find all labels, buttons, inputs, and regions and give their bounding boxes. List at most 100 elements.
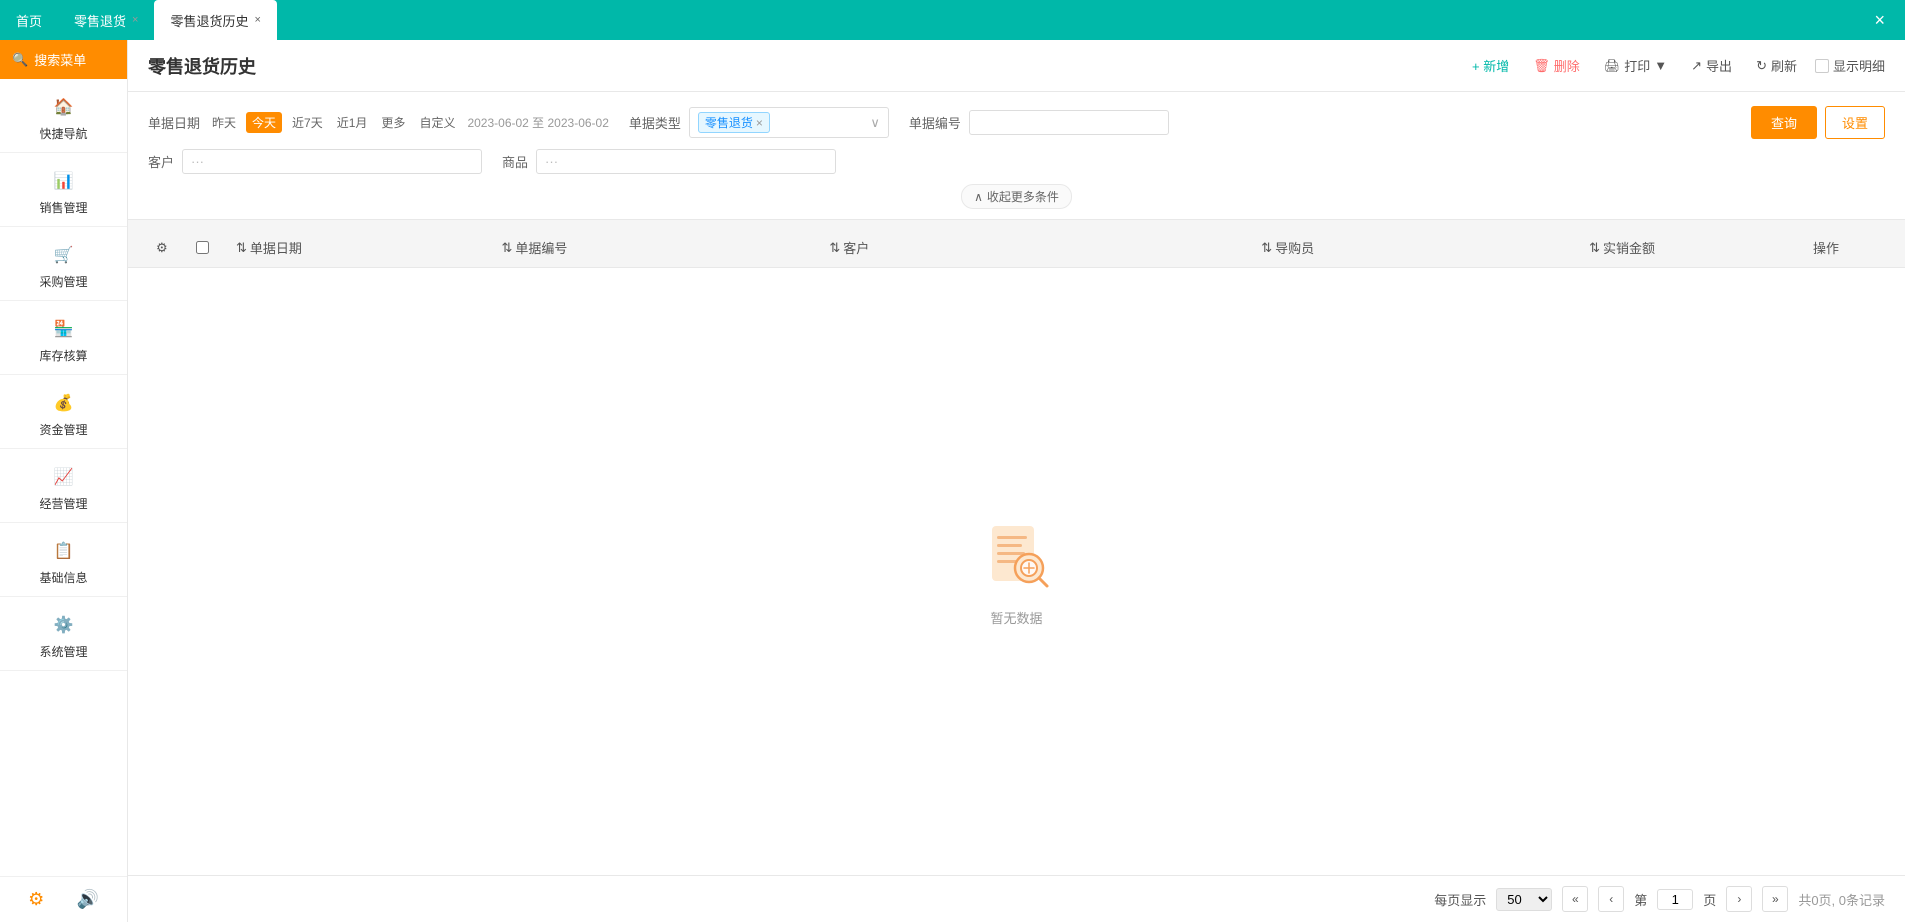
col-amount[interactable]: ⇅ 实销金额 bbox=[1581, 238, 1805, 257]
new-button[interactable]: + 新增 bbox=[1466, 52, 1515, 79]
bill-type-tag-text: 零售退货 bbox=[705, 114, 753, 131]
refresh-button[interactable]: ↻ 刷新 bbox=[1750, 52, 1803, 79]
pagination-bar: 每页显示 10 20 50 100 « ‹ 第 页 › » 共0页, 0条记录 bbox=[128, 875, 1905, 922]
search-icon: 🔍 bbox=[12, 52, 28, 68]
help-icon[interactable]: 🔊 bbox=[76, 889, 98, 910]
delete-button-label: 删除 bbox=[1554, 56, 1580, 75]
sidebar-item-system[interactable]: ⚙️ 系统管理 bbox=[0, 597, 127, 671]
sidebar-item-basic-info[interactable]: 📋 基础信息 bbox=[0, 523, 127, 597]
product-filter-group: 商品 ··· bbox=[502, 149, 836, 174]
content-area: 零售退货历史 + 新增 🗑 删除 🖨 打印 ▼ ↗ 导出 bbox=[128, 40, 1905, 922]
sidebar: 🔍 搜索菜单 🏠 快捷导航 📊 销售管理 🛒 采购管理 🏪 库存核算 💰 bbox=[0, 40, 128, 922]
page-input[interactable] bbox=[1657, 889, 1693, 910]
product-filter-label: 商品 bbox=[502, 152, 528, 171]
sidebar-item-basic-info-label: 基础信息 bbox=[39, 569, 87, 586]
bill-type-label: 单据类型 bbox=[629, 113, 681, 132]
select-all-checkbox[interactable] bbox=[196, 241, 209, 254]
col-no-sort-icon: ⇅ bbox=[502, 240, 513, 256]
show-detail-label: 显示明细 bbox=[1833, 56, 1885, 75]
shortcut-yesterday[interactable]: 昨天 bbox=[208, 112, 240, 133]
print-button-label: 打印 bbox=[1624, 56, 1650, 75]
page-label: 第 bbox=[1634, 890, 1647, 909]
col-customer[interactable]: ⇅ 客户 bbox=[821, 238, 1253, 257]
last-page-button[interactable]: » bbox=[1762, 886, 1788, 912]
collapse-button[interactable]: ∧ 收起更多条件 bbox=[961, 184, 1072, 209]
date-filter-group: 单据日期 昨天 今天 近7天 近1月 更多 自定义 2023-06-02 至 2… bbox=[148, 112, 609, 133]
col-amount-sort-icon: ⇅ bbox=[1589, 240, 1600, 256]
col-customer-sort-icon: ⇅ bbox=[829, 240, 840, 256]
export-button[interactable]: ↗ 导出 bbox=[1685, 52, 1738, 79]
sidebar-item-inventory[interactable]: 🏪 库存核算 bbox=[0, 301, 127, 375]
filter-row-1: 单据日期 昨天 今天 近7天 近1月 更多 自定义 2023-06-02 至 2… bbox=[148, 106, 1885, 139]
top-bar-right: × bbox=[1866, 10, 1905, 31]
sidebar-bottom: ⚙ 🔊 bbox=[0, 876, 127, 922]
col-ops: 操作 bbox=[1805, 238, 1885, 257]
col-customer-label: 客户 bbox=[843, 238, 869, 257]
per-page-label: 每页显示 bbox=[1434, 890, 1486, 909]
tab-bar: 首页 零售退货 × 零售退货历史 × bbox=[0, 0, 1866, 40]
refresh-icon: ↻ bbox=[1756, 58, 1767, 74]
page-label2: 页 bbox=[1703, 890, 1716, 909]
col-date-sort-icon: ⇅ bbox=[236, 240, 247, 256]
bill-no-input[interactable] bbox=[969, 110, 1169, 135]
col-settings[interactable]: ⚙ bbox=[148, 240, 188, 256]
empty-icon bbox=[977, 516, 1057, 596]
main-layout: 🔍 搜索菜单 🏠 快捷导航 📊 销售管理 🛒 采购管理 🏪 库存核算 💰 bbox=[0, 40, 1905, 922]
inventory-icon: 🏪 bbox=[50, 315, 78, 343]
sidebar-item-sales[interactable]: 📊 销售管理 bbox=[0, 153, 127, 227]
col-check[interactable] bbox=[188, 241, 228, 254]
window-close-button[interactable]: × bbox=[1866, 10, 1893, 31]
bill-type-tag-remove[interactable]: × bbox=[756, 116, 763, 130]
table-header: ⚙ ⇅ 单据日期 ⇅ 单据编号 ⇅ 客户 ⇅ bbox=[128, 228, 1905, 268]
export-button-label: 导出 bbox=[1706, 56, 1732, 75]
purchase-icon: 🛒 bbox=[50, 241, 78, 269]
show-detail-wrap: 显示明细 bbox=[1815, 56, 1885, 75]
bill-no-label: 单据编号 bbox=[909, 113, 961, 132]
customer-input[interactable]: ··· bbox=[182, 149, 482, 174]
product-input[interactable]: ··· bbox=[536, 149, 836, 174]
sidebar-item-purchase[interactable]: 🛒 采购管理 bbox=[0, 227, 127, 301]
col-guide[interactable]: ⇅ 导购员 bbox=[1253, 238, 1581, 257]
basic-info-icon: 📋 bbox=[50, 537, 78, 565]
sidebar-item-operations[interactable]: 📈 经营管理 bbox=[0, 449, 127, 523]
bill-no-filter-group: 单据编号 bbox=[909, 110, 1169, 135]
table-area: ⚙ ⇅ 单据日期 ⇅ 单据编号 ⇅ 客户 ⇅ bbox=[128, 228, 1905, 922]
delete-button[interactable]: 🗑 删除 bbox=[1527, 52, 1586, 79]
shortcut-custom[interactable]: 自定义 bbox=[415, 112, 459, 133]
page-actions: + 新增 🗑 删除 🖨 打印 ▼ ↗ 导出 ↻ 刷新 bbox=[1466, 52, 1885, 79]
sidebar-item-system-label: 系统管理 bbox=[39, 643, 87, 660]
shortcut-last1m[interactable]: 近1月 bbox=[333, 112, 372, 133]
refresh-button-label: 刷新 bbox=[1771, 56, 1797, 75]
sidebar-search[interactable]: 🔍 搜索菜单 bbox=[0, 40, 127, 79]
tab-return-history-close[interactable]: × bbox=[254, 14, 260, 26]
show-detail-checkbox[interactable] bbox=[1815, 59, 1829, 73]
new-button-label: + 新增 bbox=[1472, 56, 1509, 75]
col-settings-icon: ⚙ bbox=[156, 240, 168, 256]
tab-return-history[interactable]: 零售退货历史 × bbox=[154, 0, 276, 40]
tab-return-close[interactable]: × bbox=[132, 14, 138, 26]
page-total: 共0页, 0条记录 bbox=[1798, 890, 1885, 909]
bill-type-select[interactable]: 零售退货 × ∨ bbox=[689, 107, 889, 138]
per-page-select[interactable]: 10 20 50 100 bbox=[1496, 888, 1552, 911]
tab-return[interactable]: 零售退货 × bbox=[58, 0, 154, 40]
filter-settings-button[interactable]: 设置 bbox=[1825, 106, 1885, 139]
tab-home[interactable]: 首页 bbox=[0, 0, 58, 40]
next-page-button[interactable]: › bbox=[1726, 886, 1752, 912]
query-button[interactable]: 查询 bbox=[1751, 106, 1817, 139]
prev-page-button[interactable]: ‹ bbox=[1598, 886, 1624, 912]
col-date[interactable]: ⇅ 单据日期 bbox=[228, 238, 494, 257]
first-page-button[interactable]: « bbox=[1562, 886, 1588, 912]
empty-state: 暂无数据 bbox=[977, 516, 1057, 627]
print-button[interactable]: 🖨 打印 ▼ bbox=[1598, 52, 1673, 79]
sidebar-item-quick-nav[interactable]: 🏠 快捷导航 bbox=[0, 79, 127, 153]
sidebar-item-finance[interactable]: 💰 资金管理 bbox=[0, 375, 127, 449]
shortcut-last7[interactable]: 近7天 bbox=[288, 112, 327, 133]
settings-icon[interactable]: ⚙ bbox=[28, 889, 44, 910]
quick-nav-icon: 🏠 bbox=[50, 93, 78, 121]
col-no[interactable]: ⇅ 单据编号 bbox=[494, 238, 822, 257]
shortcut-today[interactable]: 今天 bbox=[246, 112, 282, 133]
shortcut-more[interactable]: 更多 bbox=[377, 112, 409, 133]
finance-icon: 💰 bbox=[50, 389, 78, 417]
col-date-label: 单据日期 bbox=[250, 238, 302, 257]
customer-filter-group: 客户 ··· bbox=[148, 149, 482, 174]
